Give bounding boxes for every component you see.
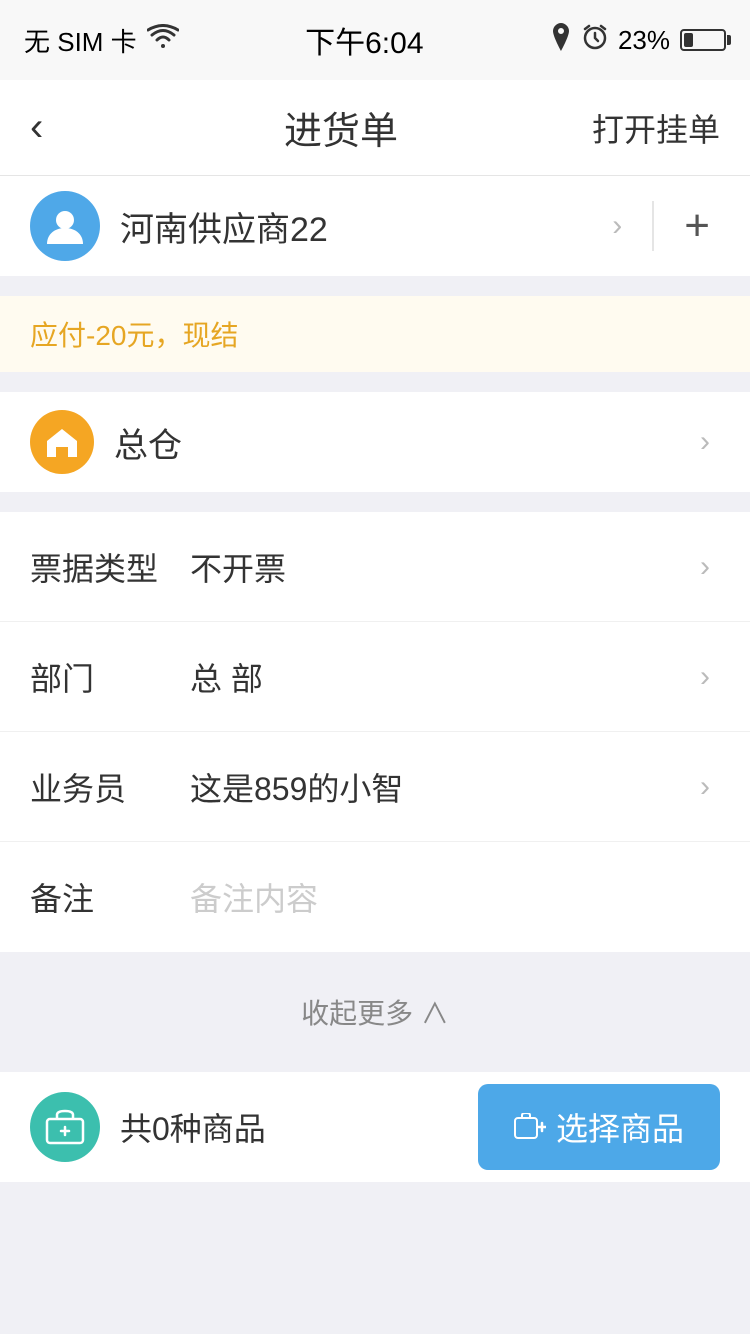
warehouse-chevron-icon: › [700, 425, 710, 459]
warehouse-label: 总仓 [114, 418, 700, 467]
form-row-invoice[interactable]: 票据类型 不开票 › [0, 512, 750, 622]
divider [652, 201, 654, 251]
dept-chevron-icon: › [700, 660, 710, 694]
notice-bar: 应付-20元，现结 [0, 296, 750, 372]
product-count: 共0种商品 [120, 1104, 478, 1150]
form-row-remark[interactable]: 备注 备注内容 [0, 842, 750, 952]
supplier-section: 河南供应商22 › + [0, 176, 750, 276]
battery-text: 23% [618, 25, 670, 56]
supplier-avatar [30, 191, 100, 261]
bottom-bar: 共0种商品 选择商品 [0, 1072, 750, 1182]
warehouse-section: 总仓 › [0, 392, 750, 492]
status-left: 无 SIM 卡 [24, 22, 179, 59]
location-icon [550, 23, 572, 58]
remark-label: 备注 [30, 874, 170, 920]
warehouse-icon [30, 410, 94, 474]
carrier-text: 无 SIM 卡 [24, 22, 137, 59]
back-button[interactable]: ‹ [30, 105, 90, 150]
supplier-row[interactable]: 河南供应商22 › + [0, 176, 750, 276]
nav-bar: ‹ 进货单 打开挂单 [0, 80, 750, 176]
product-icon [30, 1092, 100, 1162]
content: 河南供应商22 › + 应付-20元，现结 总仓 › 票据类型 不开票 › [0, 176, 750, 1182]
warehouse-row[interactable]: 总仓 › [0, 392, 750, 492]
select-product-button[interactable]: 选择商品 [478, 1084, 720, 1170]
notice-text: 应付-20元，现结 [30, 320, 238, 351]
form-row-dept[interactable]: 部门 总 部 › [0, 622, 750, 732]
battery-fill [684, 33, 693, 47]
remark-input[interactable]: 备注内容 [190, 874, 720, 920]
status-time: 下午6:04 [305, 18, 423, 62]
alarm-icon [582, 24, 608, 57]
form-section: 票据类型 不开票 › 部门 总 部 › 业务员 这是859的小智 › 备注 备注… [0, 512, 750, 952]
add-supplier-button[interactable]: + [674, 201, 720, 251]
open-pending-button[interactable]: 打开挂单 [592, 105, 720, 151]
invoice-label: 票据类型 [30, 544, 170, 590]
supplier-chevron-icon: › [612, 209, 622, 243]
wifi-icon [147, 24, 179, 57]
collapse-label: 收起更多 ∧ [301, 992, 449, 1032]
bottom-section: 共0种商品 选择商品 [0, 1072, 750, 1182]
invoice-value: 不开票 [190, 544, 700, 590]
salesperson-label: 业务员 [30, 764, 170, 810]
dept-label: 部门 [30, 654, 170, 700]
battery-icon [680, 29, 726, 51]
dept-value: 总 部 [190, 654, 700, 700]
invoice-chevron-icon: › [700, 550, 710, 584]
collapse-toggle[interactable]: 收起更多 ∧ [0, 972, 750, 1052]
status-right: 23% [550, 23, 726, 58]
supplier-name: 河南供应商22 [120, 202, 612, 251]
select-product-label: 选择商品 [556, 1104, 684, 1150]
salesperson-value: 这是859的小智 [190, 764, 700, 810]
form-row-salesperson[interactable]: 业务员 这是859的小智 › [0, 732, 750, 842]
status-bar: 无 SIM 卡 下午6:04 23% [0, 0, 750, 80]
salesperson-chevron-icon: › [700, 770, 710, 804]
page-title: 进货单 [284, 100, 398, 155]
